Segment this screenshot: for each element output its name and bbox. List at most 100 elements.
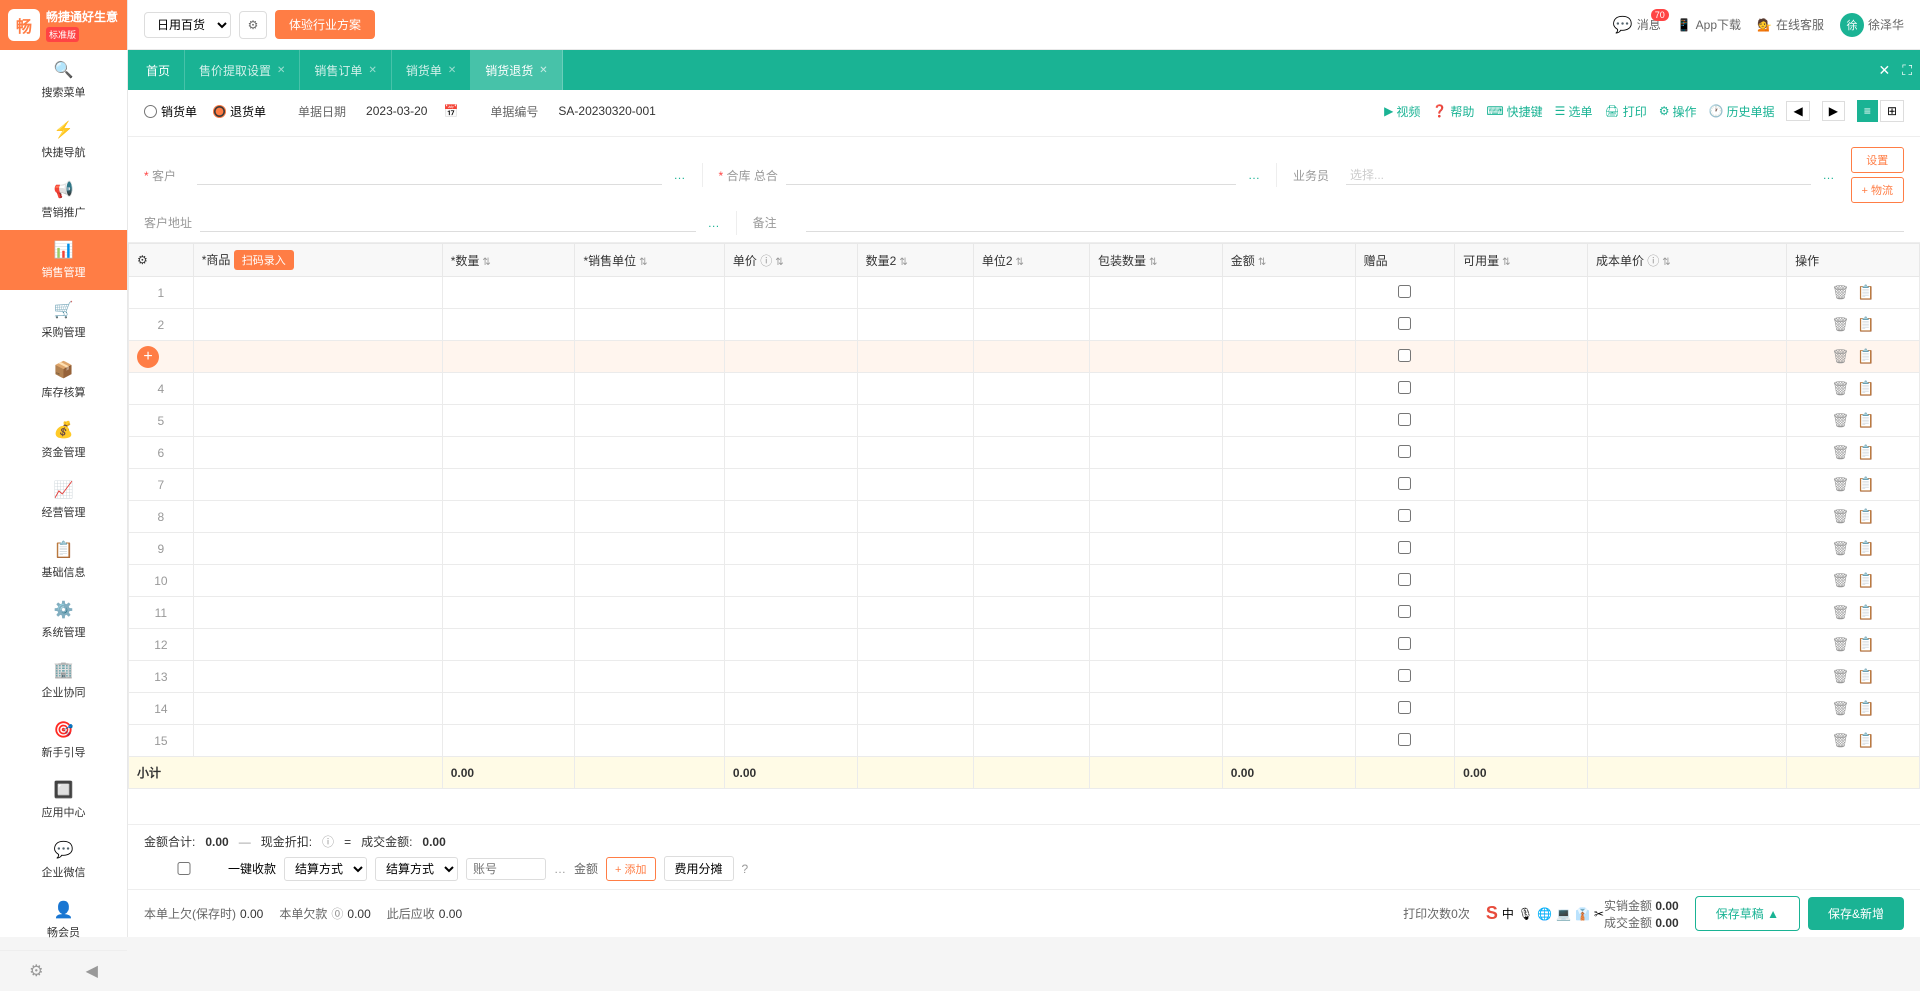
goods-input-4[interactable]: [202, 382, 434, 396]
gift-checkbox-13[interactable]: [1398, 669, 1411, 682]
sidebar-item-operations[interactable]: 📈 经营管理: [0, 470, 127, 530]
th-settings[interactable]: ⚙: [129, 244, 194, 277]
goods-input-11[interactable]: [202, 606, 434, 620]
tab-close-sale[interactable]: ✕: [448, 65, 456, 76]
shortcut-btn[interactable]: ⌨ 快捷键: [1486, 103, 1542, 120]
cell-goods-5[interactable]: [193, 405, 442, 437]
cell-goods-1[interactable]: [193, 277, 442, 309]
sidebar-item-member[interactable]: 👤 畅会员: [0, 890, 127, 950]
settings-gear-btn[interactable]: ⚙: [239, 11, 267, 39]
sidebar-item-purchase[interactable]: 🛒 采购管理: [0, 290, 127, 350]
goods-input-9[interactable]: [202, 542, 434, 556]
customer-dots-btn[interactable]: …: [674, 168, 686, 182]
settings-btn[interactable]: 设置: [1851, 147, 1904, 173]
goods-input-8[interactable]: [202, 510, 434, 524]
add-payment-btn[interactable]: + 添加: [606, 857, 655, 881]
address-dots-btn[interactable]: …: [708, 216, 720, 230]
fee-info-icon[interactable]: ?: [742, 862, 749, 876]
tab-close-sale-price[interactable]: ✕: [277, 65, 285, 76]
sidebar-item-apps[interactable]: 🔲 应用中心: [0, 770, 127, 830]
nav-next-btn[interactable]: ▶: [1822, 101, 1845, 121]
delete-row-btn-6[interactable]: 🗑: [1829, 442, 1851, 463]
sidebar-item-basic[interactable]: 📋 基础信息: [0, 530, 127, 590]
calc-method-select[interactable]: 结算方式: [284, 857, 367, 881]
copy-row-btn-5[interactable]: 📋: [1855, 410, 1876, 431]
cell-goods-13[interactable]: [193, 661, 442, 693]
operate-btn[interactable]: ⚙ 操作: [1659, 103, 1697, 120]
goods-input-12[interactable]: [202, 638, 434, 652]
remark-input[interactable]: [806, 213, 1904, 232]
sidebar-item-system[interactable]: ⚙️ 系统管理: [0, 590, 127, 650]
delete-row-btn-4[interactable]: 🗑: [1829, 378, 1851, 399]
copy-row-btn-10[interactable]: 📋: [1855, 570, 1876, 591]
delete-row-btn-1[interactable]: 🗑: [1829, 282, 1851, 303]
copy-row-btn-4[interactable]: 📋: [1855, 378, 1876, 399]
cell-goods-14[interactable]: [193, 693, 442, 725]
sidebar-item-sales[interactable]: 📊 销售管理: [0, 230, 127, 290]
delete-row-btn-13[interactable]: 🗑: [1829, 666, 1851, 687]
sidebar-item-wechat[interactable]: 💬 企业微信: [0, 830, 127, 890]
logistics-btn[interactable]: + 物流: [1851, 177, 1904, 203]
goods-input-1[interactable]: [202, 286, 434, 300]
account-input[interactable]: [466, 858, 546, 880]
gift-checkbox-8[interactable]: [1398, 509, 1411, 522]
account-select[interactable]: 结算方式: [375, 857, 458, 881]
delete-row-btn-11[interactable]: 🗑: [1829, 602, 1851, 623]
sidebar-item-search[interactable]: 🔍 搜索菜单: [0, 50, 127, 110]
video-btn[interactable]: ▶ 视频: [1384, 103, 1420, 120]
copy-row-btn-7[interactable]: 📋: [1855, 474, 1876, 495]
cost-sort-icon[interactable]: [1662, 257, 1670, 268]
delete-row-btn-15[interactable]: 🗑: [1829, 730, 1851, 751]
view-card-btn[interactable]: ⊞: [1880, 100, 1904, 122]
goods-input-10[interactable]: [202, 574, 434, 588]
sidebar-settings-btn[interactable]: ⚙: [27, 959, 45, 983]
copy-row-btn-9[interactable]: 📋: [1855, 538, 1876, 559]
amount-sort-icon[interactable]: [1258, 257, 1266, 268]
warehouse-input[interactable]: [786, 166, 1236, 185]
cell-goods-15[interactable]: [193, 725, 442, 757]
history-btn[interactable]: 🕐 历史单据: [1708, 103, 1774, 120]
save-draft-btn[interactable]: 保存草稿 ▲: [1695, 896, 1800, 931]
delete-row-btn-14[interactable]: 🗑: [1829, 698, 1851, 719]
sidebar-item-enterprise[interactable]: 🏢 企业协同: [0, 650, 127, 710]
discount-info-icon[interactable]: ⓘ: [322, 833, 334, 850]
radio-return-input[interactable]: [213, 105, 226, 118]
gift-checkbox-11[interactable]: [1398, 605, 1411, 618]
help-btn[interactable]: ❓ 帮助: [1432, 103, 1474, 120]
sidebar-collapse-btn[interactable]: ◀: [84, 959, 100, 983]
gift-checkbox-12[interactable]: [1398, 637, 1411, 650]
delete-row-btn-3[interactable]: 🗑: [1829, 346, 1851, 367]
delete-row-btn-10[interactable]: 🗑: [1829, 570, 1851, 591]
user-menu-btn[interactable]: 徐 徐泽华: [1840, 13, 1904, 37]
qty-sort-icon[interactable]: [482, 257, 490, 268]
print-btn[interactable]: 🖨 打印: [1604, 103, 1646, 120]
cell-goods-9[interactable]: [193, 533, 442, 565]
tab-sale[interactable]: 销货单 ✕: [392, 50, 471, 90]
cell-goods-11[interactable]: [193, 597, 442, 629]
radio-return[interactable]: 退货单: [213, 103, 266, 120]
tab-sale-return[interactable]: 销货退货 ✕: [471, 50, 562, 90]
delete-row-btn-5[interactable]: 🗑: [1829, 410, 1851, 431]
cell-goods-10[interactable]: [193, 565, 442, 597]
delete-row-btn-7[interactable]: 🗑: [1829, 474, 1851, 495]
one-click-payment-label[interactable]: 一键收款: [144, 860, 276, 877]
copy-row-btn-6[interactable]: 📋: [1855, 442, 1876, 463]
price-info-icon[interactable]: ⓘ: [760, 254, 772, 268]
delete-row-btn-12[interactable]: 🗑: [1829, 634, 1851, 655]
pack-sort-icon[interactable]: [1149, 257, 1157, 268]
message-icon-btn[interactable]: 💬 70 消息: [1613, 15, 1661, 35]
copy-row-btn-1[interactable]: 📋: [1855, 282, 1876, 303]
cell-goods-7[interactable]: [193, 469, 442, 501]
select-btn[interactable]: ☰ 选单: [1555, 103, 1593, 120]
copy-row-btn-13[interactable]: 📋: [1855, 666, 1876, 687]
tab-close-all-btn[interactable]: ✕: [1874, 58, 1894, 83]
copy-row-btn-3[interactable]: 📋: [1855, 346, 1876, 367]
available-sort-icon[interactable]: [1502, 257, 1510, 268]
account-dots-btn[interactable]: …: [554, 862, 566, 876]
price-sort-icon[interactable]: [775, 257, 783, 268]
goods-input-7[interactable]: [202, 478, 434, 492]
delete-row-btn-9[interactable]: 🗑: [1829, 538, 1851, 559]
gift-checkbox-7[interactable]: [1398, 477, 1411, 490]
one-click-payment-checkbox[interactable]: [144, 862, 224, 875]
goods-input-2[interactable]: [202, 318, 434, 332]
